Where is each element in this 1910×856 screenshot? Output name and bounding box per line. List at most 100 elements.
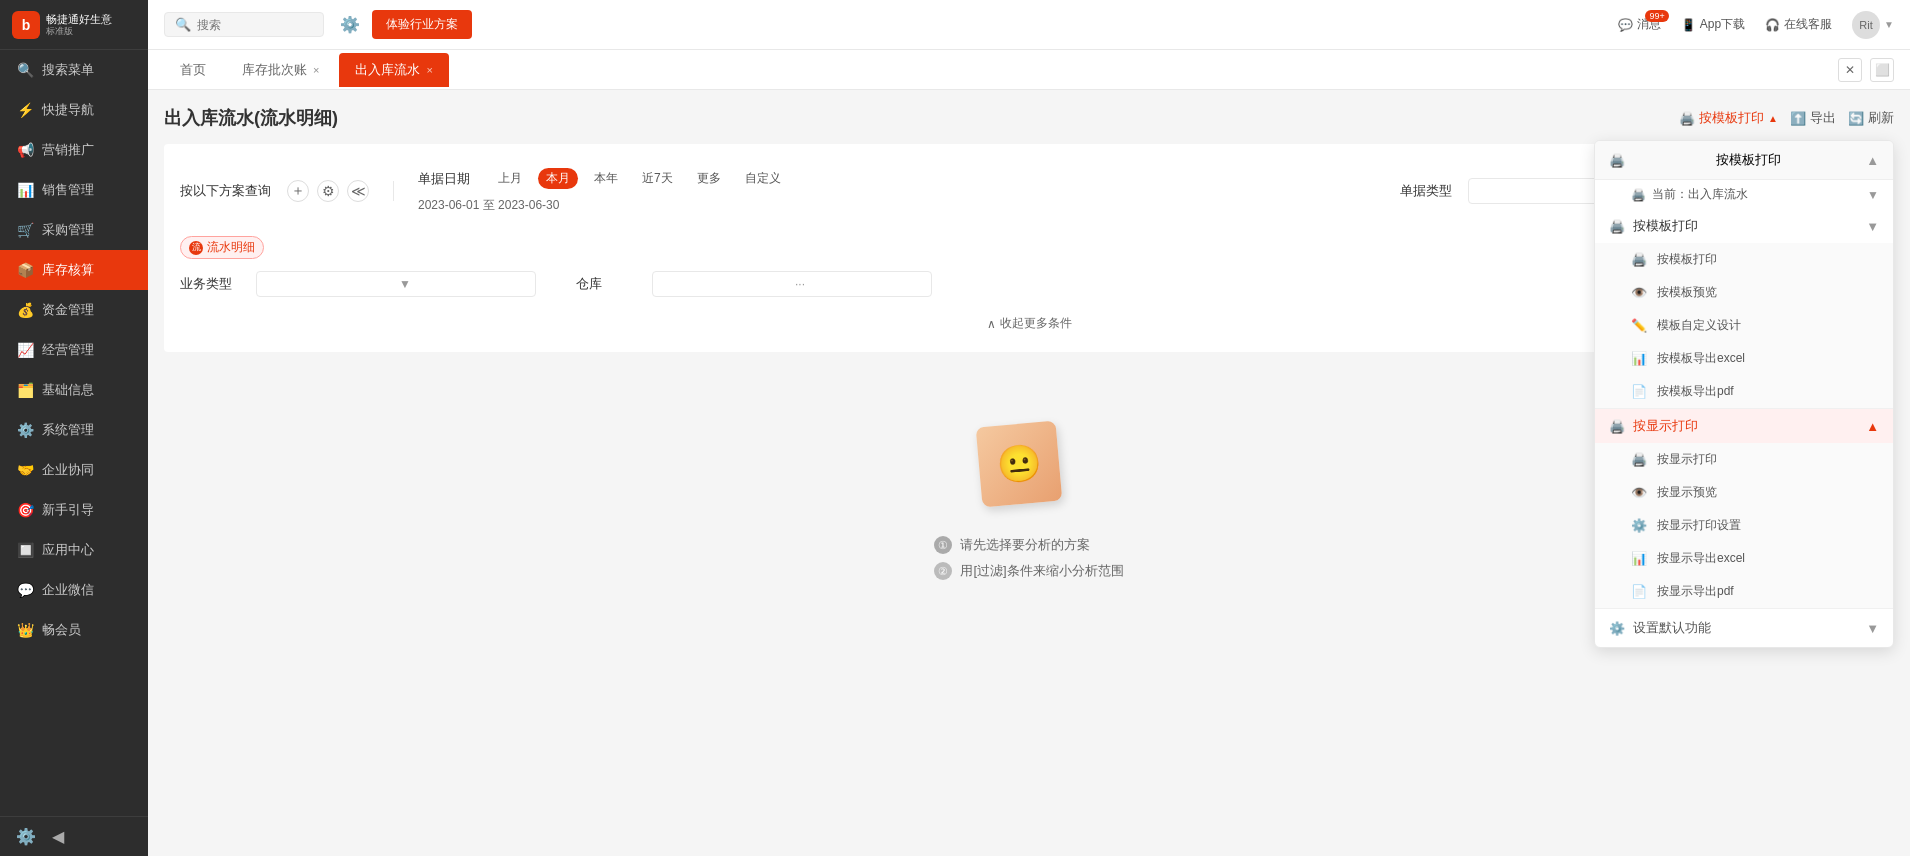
dropdown-section-display: 🖨️ 按显示打印 ▲ 🖨️ 按显示打印 👁️ 按显示预览 ⚙️ bbox=[1595, 409, 1893, 609]
filter-actions: ＋ ⚙ ≪ bbox=[287, 180, 369, 202]
pdf-small-icon: 📄 bbox=[1631, 384, 1647, 399]
export-icon: ⬆️ bbox=[1790, 111, 1806, 126]
filter-add-button[interactable]: ＋ bbox=[287, 180, 309, 202]
dropdown-current-label[interactable]: 🖨️ 当前：出入库流水 ▼ bbox=[1595, 180, 1893, 209]
page-content: 出入库流水(流水明细) 🖨️ 按模板打印 ▲ ⬆️ 导出 🔄 刷新 bbox=[148, 90, 1910, 856]
topbar-online-service[interactable]: 🎧 在线客服 bbox=[1765, 16, 1832, 33]
display-section-chevron: ▲ bbox=[1866, 419, 1879, 434]
dropdown-item-display-export-pdf[interactable]: 📄 按显示导出pdf bbox=[1595, 575, 1893, 608]
sidebar-item-search[interactable]: 🔍 搜索菜单 bbox=[0, 50, 148, 90]
dropdown-chevron-up[interactable]: ▲ bbox=[1866, 153, 1879, 168]
footer-chevron-icon: ▼ bbox=[1866, 621, 1879, 636]
industry-solution-button[interactable]: 体验行业方案 bbox=[372, 10, 472, 39]
chevron-down-icon: ▼ bbox=[1884, 19, 1894, 30]
chevron-up-icon-collapse: ∧ bbox=[987, 317, 996, 331]
display-pdf-icon: 📄 bbox=[1631, 584, 1647, 599]
topbar-user[interactable]: Rit ▼ bbox=[1852, 11, 1894, 39]
sidebar-item-marketing[interactable]: 📢 营销推广 bbox=[0, 130, 148, 170]
filter-collapse-button[interactable]: ≪ bbox=[347, 180, 369, 202]
sidebar-item-quicknav[interactable]: ⚡ 快捷导航 bbox=[0, 90, 148, 130]
sidebar-item-system[interactable]: ⚙️ 系统管理 bbox=[0, 410, 148, 450]
sidebar-item-inventory[interactable]: 📦 库存核算 bbox=[0, 250, 148, 290]
business-type-select[interactable]: ▼ bbox=[256, 271, 536, 297]
dropdown-footer[interactable]: ⚙️ 设置默认功能 ▼ bbox=[1595, 609, 1893, 647]
sidebar-item-finance[interactable]: 💰 资金管理 bbox=[0, 290, 148, 330]
date-tab-custom[interactable]: 自定义 bbox=[737, 168, 789, 189]
step-num-1: ① bbox=[934, 536, 952, 554]
sidebar-item-member[interactable]: 👑 畅会员 bbox=[0, 610, 148, 650]
filter-settings-button[interactable]: ⚙ bbox=[317, 180, 339, 202]
sidebar-item-guide[interactable]: 🎯 新手引导 bbox=[0, 490, 148, 530]
user-avatar: Rit bbox=[1852, 11, 1880, 39]
sidebar-item-collab[interactable]: 🤝 企业协同 bbox=[0, 450, 148, 490]
refresh-button[interactable]: 🔄 刷新 bbox=[1848, 109, 1894, 127]
custom-small-icon: ✏️ bbox=[1631, 318, 1647, 333]
tab-inventory-flow[interactable]: 出入库流水 × bbox=[339, 53, 448, 87]
dropdown-item-display-print[interactable]: 🖨️ 按显示打印 bbox=[1595, 443, 1893, 476]
search-icon: 🔍 bbox=[16, 61, 34, 79]
logo-text: 畅捷通好生意 标准版 bbox=[46, 12, 112, 38]
topbar-search-box[interactable]: 🔍 bbox=[164, 12, 324, 37]
basics-icon: 🗂️ bbox=[16, 381, 34, 399]
dropdown-item-template-export-excel[interactable]: 📊 按模板导出excel bbox=[1595, 342, 1893, 375]
sidebar: b 畅捷通好生意 标准版 🔍 搜索菜单 ⚡ 快捷导航 📢 营销推广 📊 销售管理… bbox=[0, 0, 148, 856]
topbar-message[interactable]: 💬 消息 99+ bbox=[1618, 16, 1661, 33]
window-maximize-button[interactable]: ⬜ bbox=[1870, 58, 1894, 82]
print-template-button[interactable]: 🖨️ 按模板打印 ▲ bbox=[1679, 109, 1778, 127]
window-close-button[interactable]: ✕ bbox=[1838, 58, 1862, 82]
date-tab-prev-month[interactable]: 上月 bbox=[490, 168, 530, 189]
dropdown-item-template-export-pdf[interactable]: 📄 按模板导出pdf bbox=[1595, 375, 1893, 408]
topbar-app-download[interactable]: 📱 App下载 bbox=[1681, 16, 1745, 33]
tab-close-batch-account[interactable]: × bbox=[313, 64, 319, 76]
collapse-sidebar-icon[interactable]: ◀ bbox=[52, 827, 64, 846]
page-header: 出入库流水(流水明细) 🖨️ 按模板打印 ▲ ⬆️ 导出 🔄 刷新 bbox=[164, 106, 1894, 130]
dropdown-item-display-preview[interactable]: 👁️ 按显示预览 bbox=[1595, 476, 1893, 509]
settings-bottom-icon[interactable]: ⚙️ bbox=[16, 827, 36, 846]
template-section-icon: 🖨️ bbox=[1609, 219, 1625, 234]
dropdown-section-template-header[interactable]: 🖨️ 按模板打印 ▼ bbox=[1595, 209, 1893, 243]
guide-icon: 🎯 bbox=[16, 501, 34, 519]
more-icon-warehouse: ··· bbox=[795, 277, 921, 291]
date-tab-7days[interactable]: 近7天 bbox=[634, 168, 681, 189]
tab-home[interactable]: 首页 bbox=[164, 53, 222, 87]
dropdown-item-display-export-excel[interactable]: 📊 按显示导出excel bbox=[1595, 542, 1893, 575]
excel-small-icon: 📊 bbox=[1631, 351, 1647, 366]
display-settings-icon: ⚙️ bbox=[1631, 518, 1647, 533]
date-range-text: 2023-06-01 至 2023-06-30 bbox=[418, 197, 789, 214]
wechat-icon: 💬 bbox=[16, 581, 34, 599]
system-icon: ⚙️ bbox=[16, 421, 34, 439]
sidebar-nav: 🔍 搜索菜单 ⚡ 快捷导航 📢 营销推广 📊 销售管理 🛒 采购管理 📦 库存核… bbox=[0, 50, 148, 816]
date-tab-more[interactable]: 更多 bbox=[689, 168, 729, 189]
sidebar-item-apps[interactable]: 🔲 应用中心 bbox=[0, 530, 148, 570]
dropdown-item-template-print[interactable]: 🖨️ 按模板打印 bbox=[1595, 243, 1893, 276]
date-tab-current-year[interactable]: 本年 bbox=[586, 168, 626, 189]
sidebar-item-basics[interactable]: 🗂️ 基础信息 bbox=[0, 370, 148, 410]
dropdown-item-template-custom[interactable]: ✏️ 模板自定义设计 bbox=[1595, 309, 1893, 342]
gear-icon-topbar[interactable]: ⚙️ bbox=[340, 15, 360, 34]
sidebar-item-purchase[interactable]: 🛒 采购管理 bbox=[0, 210, 148, 250]
sidebar-item-sales[interactable]: 📊 销售管理 bbox=[0, 170, 148, 210]
dropdown-item-display-settings[interactable]: ⚙️ 按显示打印设置 bbox=[1595, 509, 1893, 542]
search-input[interactable] bbox=[197, 18, 297, 32]
member-icon: 👑 bbox=[16, 621, 34, 639]
dropdown-section-display-header[interactable]: 🖨️ 按显示打印 ▲ bbox=[1595, 409, 1893, 443]
display-printer-icon: 🖨️ bbox=[1631, 452, 1647, 467]
tab-close-inventory-flow[interactable]: × bbox=[426, 64, 432, 76]
sidebar-item-operations[interactable]: 📈 经营管理 bbox=[0, 330, 148, 370]
dropdown-header-icon: 🖨️ bbox=[1609, 153, 1625, 168]
filter-tag-flow-detail[interactable]: 流 流水明细 bbox=[180, 236, 264, 259]
display-sub-items: 🖨️ 按显示打印 👁️ 按显示预览 ⚙️ 按显示打印设置 📊 按显示导出exce… bbox=[1595, 443, 1893, 608]
sidebar-item-wechat[interactable]: 💬 企业微信 bbox=[0, 570, 148, 610]
date-tab-current-month[interactable]: 本月 bbox=[538, 168, 578, 189]
tab-batch-account[interactable]: 库存批次账 × bbox=[226, 53, 335, 87]
message-badge: 99+ bbox=[1645, 10, 1668, 22]
apps-icon: 🔲 bbox=[16, 541, 34, 559]
date-tabs: 上月 本月 本年 近7天 更多 自定义 bbox=[490, 168, 789, 189]
warehouse-select[interactable]: ··· bbox=[652, 271, 932, 297]
dropdown-item-template-preview[interactable]: 👁️ 按模板预览 bbox=[1595, 276, 1893, 309]
page-actions: 🖨️ 按模板打印 ▲ ⬆️ 导出 🔄 刷新 bbox=[1679, 109, 1894, 127]
operations-icon: 📈 bbox=[16, 341, 34, 359]
date-label: 单据日期 bbox=[418, 170, 478, 188]
export-button[interactable]: ⬆️ 导出 bbox=[1790, 109, 1836, 127]
logo-icon: b bbox=[12, 11, 40, 39]
